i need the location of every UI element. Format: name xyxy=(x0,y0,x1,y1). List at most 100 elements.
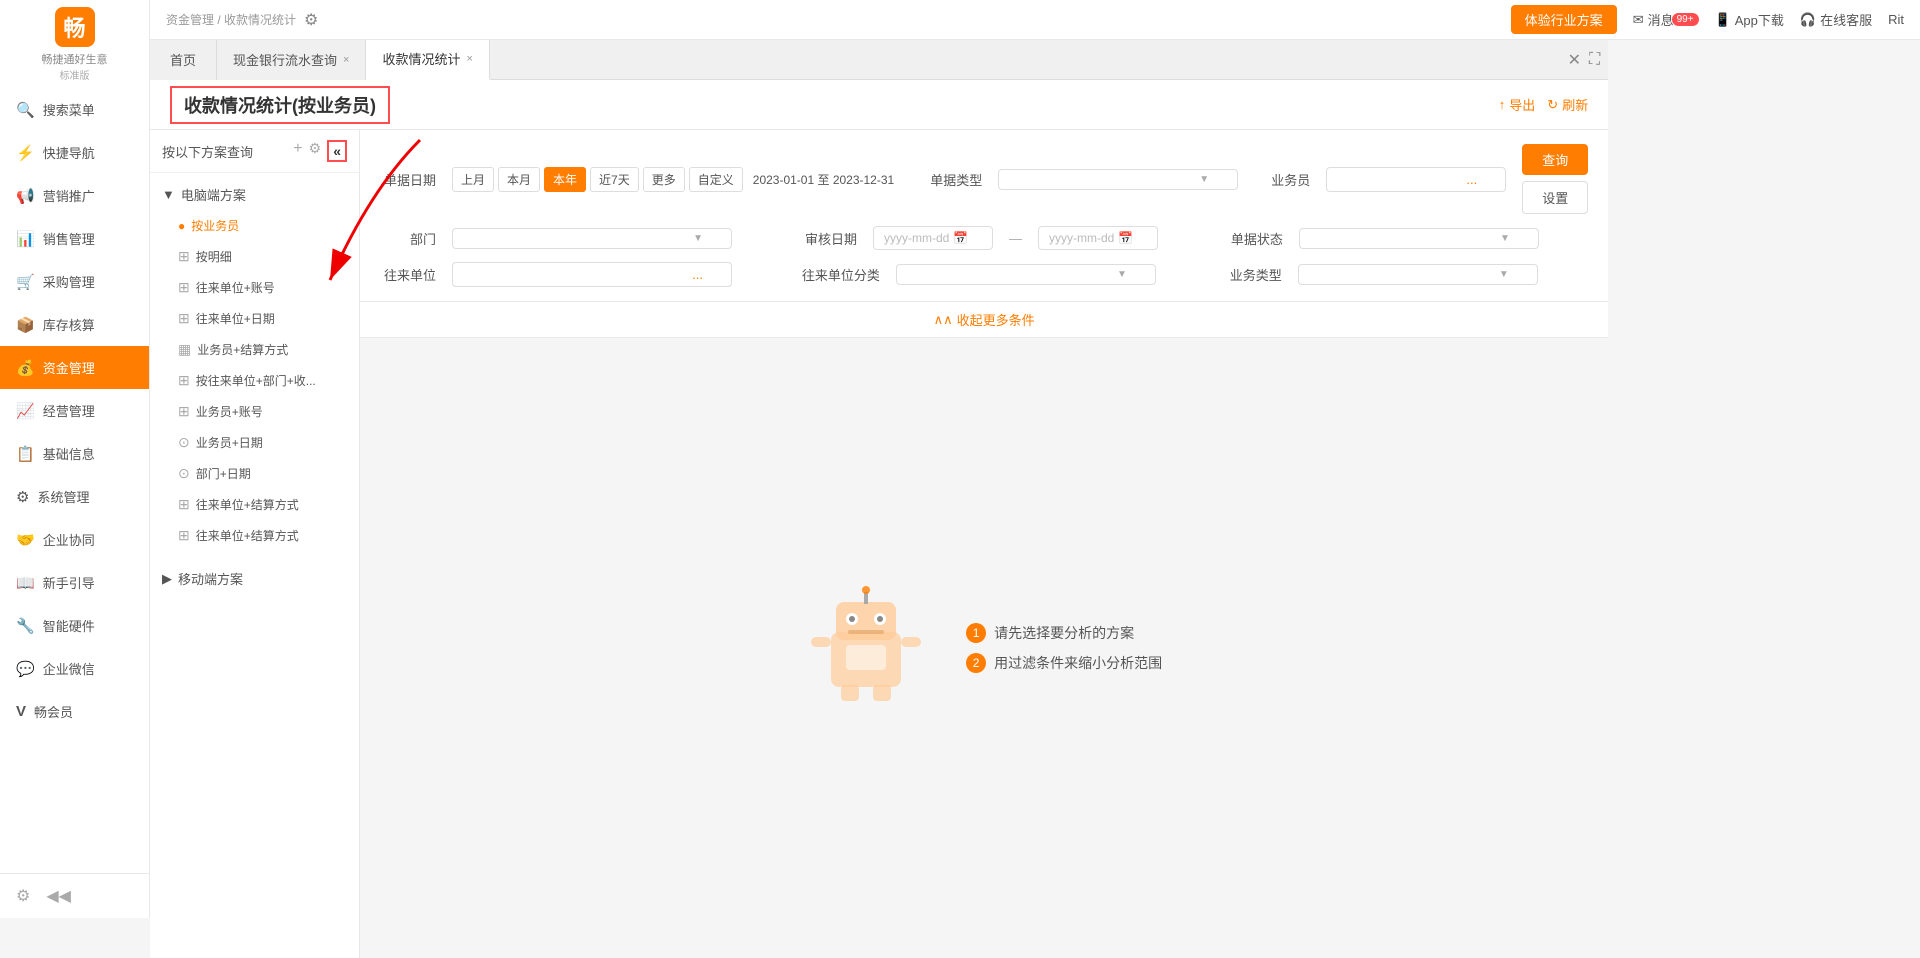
basic-icon: 📋 xyxy=(16,445,35,463)
export-icon: ↑ xyxy=(1499,97,1506,112)
tree-item-detail[interactable]: ⊞ 按明细 xyxy=(150,241,359,272)
voucher-type-select[interactable]: ▼ xyxy=(998,169,1238,190)
filter-row-2: 部门 ▼ 审核日期 yyyy-mm-dd 📅 — y xyxy=(380,226,1588,250)
business-type-select[interactable]: ▼ xyxy=(1298,264,1538,285)
counterpart-more-btn[interactable]: ... xyxy=(692,267,703,282)
collapse-panel-btn[interactable]: « xyxy=(327,140,347,162)
left-panel-title: 按以下方案查询 xyxy=(162,142,253,161)
app-download-btn[interactable]: 📱 App下载 xyxy=(1715,10,1784,29)
user-btn[interactable]: Rit xyxy=(1888,12,1904,27)
add-scheme-btn[interactable]: + xyxy=(293,140,302,162)
step-1-num: 1 xyxy=(966,623,986,643)
sidebar-item-marketing[interactable]: 📢 营销推广 xyxy=(0,174,149,217)
tree-mobile-expand-icon: ▶ xyxy=(162,571,172,587)
review-date-to[interactable]: yyyy-mm-dd 📅 xyxy=(1038,226,1158,250)
tree-item-unit-settle2[interactable]: ⊞ 往来单位+结算方式 xyxy=(150,520,359,551)
tree-item-salesman-date[interactable]: ⊙ 业务员+日期 xyxy=(150,427,359,458)
online-service-btn[interactable]: 🎧 在线客服 xyxy=(1800,10,1872,29)
tree-item-unit-dept[interactable]: ⊞ 按往来单位+部门+收... xyxy=(150,365,359,396)
sidebar-menu: 🔍 搜索菜单 ⚡ 快捷导航 📢 营销推广 📊 销售管理 🛒 采购管理 📦 xyxy=(0,88,149,873)
tab-home[interactable]: 首页 xyxy=(150,40,217,80)
sidebar-item-purchase[interactable]: 🛒 采购管理 xyxy=(0,260,149,303)
date-range-text: 2023-01-01 至 2023-12-31 xyxy=(753,171,894,188)
salesman-account-icon: ⊞ xyxy=(178,403,190,420)
message-btn[interactable]: ✉ 消息 99+ xyxy=(1633,10,1699,29)
counterpart-category-select[interactable]: ▼ xyxy=(896,264,1156,285)
date-btn-7days[interactable]: 近7天 xyxy=(590,167,639,192)
sidebar-label-operations: 经营管理 xyxy=(43,401,95,420)
tree-item-salesman[interactable]: ● 按业务员 xyxy=(150,210,359,241)
sidebar-item-wechat[interactable]: 💬 企业微信 xyxy=(0,647,149,690)
refresh-btn[interactable]: ↻ 刷新 xyxy=(1547,95,1588,114)
sidebar-item-hardware[interactable]: 🔧 智能硬件 xyxy=(0,604,149,647)
tab-receivable-label: 收款情况统计 xyxy=(382,49,460,68)
collapse-bar[interactable]: ∧∧ 收起更多条件 xyxy=(360,302,1608,338)
left-panel: 按以下方案查询 + ⚙ « ▼ 电脑端方案 ● 按业务员 xyxy=(150,130,360,958)
sidebar-label-purchase: 采购管理 xyxy=(43,272,95,291)
tree-item-salesman-account[interactable]: ⊞ 业务员+账号 xyxy=(150,396,359,427)
tab-receivable[interactable]: 收款情况统计 × xyxy=(366,40,489,80)
collapse-sidebar-icon[interactable]: ◀◀ xyxy=(46,886,71,906)
empty-state: 1 请先选择要分析的方案 2 用过滤条件来缩小分析范围 xyxy=(806,582,1162,715)
review-date-label: 审核日期 xyxy=(801,229,857,248)
sidebar-item-operations[interactable]: 📈 经营管理 xyxy=(0,389,149,432)
tree-item-unit-settle1[interactable]: ⊞ 往来单位+结算方式 xyxy=(150,489,359,520)
voucher-status-select[interactable]: ▼ xyxy=(1299,228,1539,249)
tree-item-salesman-settle[interactable]: ▦ 业务员+结算方式 xyxy=(150,334,359,365)
sidebar-item-sales[interactable]: 📊 销售管理 xyxy=(0,217,149,260)
date-btn-this-year[interactable]: 本年 xyxy=(544,167,586,192)
sidebar-item-corp[interactable]: 🤝 企业协同 xyxy=(0,518,149,561)
query-btn[interactable]: 查询 xyxy=(1522,144,1588,175)
salesman-more-btn[interactable]: ... xyxy=(1466,172,1477,187)
settings-bottom-icon[interactable]: ⚙ xyxy=(16,886,30,906)
tree-item-dept-date[interactable]: ⊙ 部门+日期 xyxy=(150,458,359,489)
date-btn-more[interactable]: 更多 xyxy=(643,167,685,192)
tree-item-unit-date[interactable]: ⊞ 往来单位+日期 xyxy=(150,303,359,334)
counterpart-select[interactable]: ... xyxy=(452,262,732,287)
dept-select[interactable]: ▼ xyxy=(452,228,732,249)
sidebar-label-member: 畅会员 xyxy=(34,702,73,721)
salesman-account-label: 业务员+账号 xyxy=(196,403,263,420)
scheme-settings-btn[interactable]: ⚙ xyxy=(309,140,322,162)
review-date-from[interactable]: yyyy-mm-dd 📅 xyxy=(873,226,993,250)
tab-cashflow-close[interactable]: × xyxy=(343,54,349,66)
app-body: 畅 畅捷通好生意 标准版 🔍 搜索菜单 ⚡ 快捷导航 📢 营销推广 📊 销售管理 xyxy=(0,40,1920,918)
salesman-select[interactable]: ... xyxy=(1326,167,1506,192)
sidebar-label-basic: 基础信息 xyxy=(43,444,95,463)
sidebar-item-guide[interactable]: 📖 新手引导 xyxy=(0,561,149,604)
tree-mobile-title[interactable]: ▶ 移动端方案 xyxy=(150,563,359,594)
unit-settle1-icon: ⊞ xyxy=(178,496,190,513)
date-btn-last-month[interactable]: 上月 xyxy=(452,167,494,192)
logo-tag: 标准版 xyxy=(60,67,90,82)
sidebar-item-system[interactable]: ⚙ 系统管理 xyxy=(0,475,149,518)
filter-row-1: 单据日期 上月 本月 本年 近7天 更多 自定义 2023-01-01 至 20… xyxy=(380,144,1588,214)
right-panel: 单据日期 上月 本月 本年 近7天 更多 自定义 2023-01-01 至 20… xyxy=(360,130,1608,958)
tab-close-all-icon[interactable]: ✕ xyxy=(1568,50,1581,70)
tab-expand-icon[interactable]: ⛶ xyxy=(1589,51,1600,69)
message-icon: ✉ xyxy=(1633,12,1644,28)
data-area: 1 请先选择要分析的方案 2 用过滤条件来缩小分析范围 xyxy=(360,338,1608,958)
tree-item-unit-account[interactable]: ⊞ 往来单位+账号 xyxy=(150,272,359,303)
headset-icon: 🎧 xyxy=(1800,12,1816,28)
unit-dept-label: 按往来单位+部门+收... xyxy=(196,372,316,389)
empty-step-1: 1 请先选择要分析的方案 xyxy=(966,623,1162,643)
calendar-icon-to: 📅 xyxy=(1118,231,1133,245)
sidebar-item-search[interactable]: 🔍 搜索菜单 xyxy=(0,88,149,131)
app-download-label: App下载 xyxy=(1735,10,1784,29)
setting-btn[interactable]: 设置 xyxy=(1522,181,1588,214)
export-btn[interactable]: ↑ 导出 xyxy=(1499,95,1536,114)
date-btn-this-month[interactable]: 本月 xyxy=(498,167,540,192)
tab-cashflow[interactable]: 现金银行流水查询 × xyxy=(217,40,366,80)
detail-scheme-label: 按明细 xyxy=(196,248,232,265)
settings-icon[interactable]: ⚙ xyxy=(304,10,318,30)
tree-desktop-title[interactable]: ▼ 电脑端方案 xyxy=(150,179,359,210)
sidebar-item-member[interactable]: V 畅会员 xyxy=(0,690,149,733)
sidebar-item-basic[interactable]: 📋 基础信息 xyxy=(0,432,149,475)
date-btn-custom[interactable]: 自定义 xyxy=(689,167,743,192)
sidebar-item-finance[interactable]: 💰 资金管理 xyxy=(0,346,149,389)
sidebar-item-inventory[interactable]: 📦 库存核算 xyxy=(0,303,149,346)
tab-receivable-close[interactable]: × xyxy=(466,53,472,65)
trial-btn[interactable]: 体验行业方案 xyxy=(1511,5,1617,34)
sidebar-item-quicknav[interactable]: ⚡ 快捷导航 xyxy=(0,131,149,174)
review-date-to-placeholder: yyyy-mm-dd xyxy=(1049,231,1114,245)
